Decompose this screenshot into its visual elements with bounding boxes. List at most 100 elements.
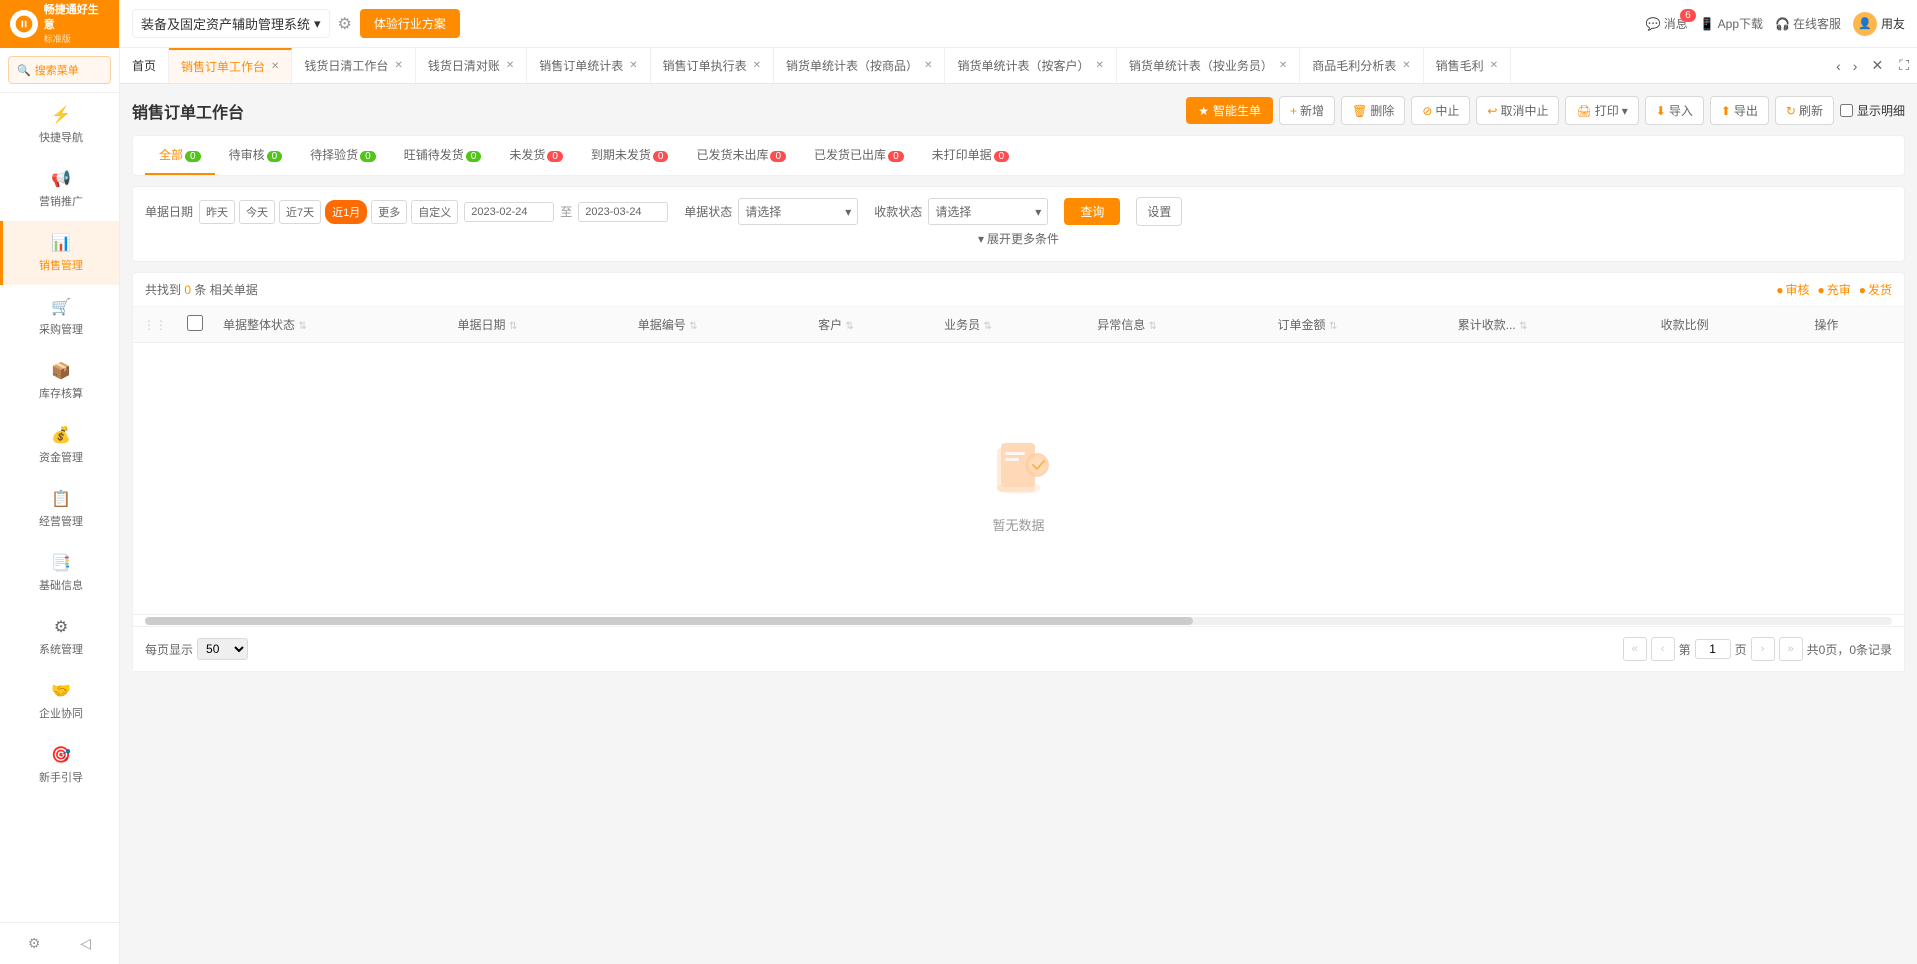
setting-button[interactable]: 设置 (1136, 197, 1182, 226)
sidebar-item-marketing[interactable]: 📢 营销推广 (0, 157, 119, 221)
date-1month[interactable]: 近1月 (325, 200, 367, 224)
settings-button[interactable]: ⚙ (24, 931, 45, 956)
print-button[interactable]: 🖨 打印 ▾ (1565, 96, 1638, 125)
tab-close-product-margin[interactable]: ✕ (1402, 60, 1410, 71)
settings-gear-icon[interactable]: ⚙ (338, 14, 352, 34)
tab-cash-reconcile[interactable]: 钱货日清对账✕ (416, 48, 527, 84)
date-yesterday[interactable]: 昨天 (199, 200, 235, 224)
tab-sales-revenue[interactable]: 销售毛利✕ (1424, 48, 1511, 84)
tab-cash-daily[interactable]: 钱货日清工作台✕ (292, 48, 415, 84)
first-page-button[interactable]: « (1623, 637, 1647, 661)
sidebar-item-system[interactable]: ⚙ 系统管理 (0, 605, 119, 669)
tab-close-all[interactable]: ✕ (1863, 48, 1891, 84)
system-selector[interactable]: 装备及固定资产辅助管理系统 ▾ (132, 9, 330, 38)
refresh-button[interactable]: ↻ 刷新 (1775, 96, 1834, 125)
add-button[interactable]: + 新增 (1279, 96, 1335, 125)
show-detail-toggle[interactable]: 显示明细 (1840, 102, 1905, 119)
select-all-checkbox[interactable] (187, 315, 203, 331)
prev-page-button[interactable]: ‹ (1651, 637, 1675, 661)
sidebar-item-sales[interactable]: 📊 销售管理 (0, 221, 119, 285)
review-action-btn[interactable]: ● 审核 (1776, 281, 1809, 298)
tab-sales-sum-customer[interactable]: 销货单统计表（按客户）✕ (945, 48, 1116, 84)
date-from-input[interactable] (464, 202, 554, 222)
date-7days[interactable]: 近7天 (279, 200, 321, 224)
date-to-input[interactable] (578, 202, 668, 222)
page-number-input[interactable] (1695, 639, 1731, 659)
show-detail-checkbox[interactable] (1840, 104, 1853, 117)
date-more[interactable]: 更多 (371, 200, 407, 224)
scrollbar-thumb[interactable] (145, 617, 1193, 625)
tab-close-sales-sum-product[interactable]: ✕ (924, 60, 932, 71)
tab-sales-exec[interactable]: 销售订单执行表✕ (651, 48, 774, 84)
industry-solution-button[interactable]: 体验行业方案 (360, 9, 460, 38)
date-today[interactable]: 今天 (239, 200, 275, 224)
cancel-pause-button[interactable]: ↩ 取消中止 (1476, 96, 1559, 125)
date-custom[interactable]: 自定义 (411, 200, 458, 224)
user-menu[interactable]: 👤 用友 (1853, 12, 1905, 36)
next-page-button[interactable]: › (1751, 637, 1775, 661)
tab-close-cash-daily[interactable]: ✕ (394, 60, 402, 71)
filter-tab-expired-not-shipped[interactable]: 到期未发货0 (577, 136, 683, 175)
online-service-button[interactable]: 🎧 在线客服 (1775, 15, 1841, 32)
tab-close-cash-reconcile[interactable]: ✕ (506, 60, 514, 71)
sidebar-item-purchase[interactable]: 🛒 采购管理 (0, 285, 119, 349)
filter-tab-wangpu-pending[interactable]: 旺铺待发货0 (390, 136, 496, 175)
collapse-button[interactable]: ◁ (76, 931, 95, 956)
tab-close-sales-sum-staff[interactable]: ✕ (1279, 60, 1287, 71)
sidebar-item-inventory[interactable]: 📦 库存核算 (0, 349, 119, 413)
pause-button[interactable]: ⊘ 中止 (1411, 96, 1470, 125)
sidebar-item-basic[interactable]: 📑 基础信息 (0, 541, 119, 605)
import-button[interactable]: ⬇ 导入 (1645, 96, 1704, 125)
tab-close-sales-exec[interactable]: ✕ (753, 60, 761, 71)
sort-status-icon[interactable]: ⇅ (298, 321, 306, 332)
sidebar-item-quick-nav[interactable]: ⚡ 快捷导航 (0, 93, 119, 157)
filter-tab-all[interactable]: 全部0 (145, 136, 215, 175)
status-select[interactable]: 请选择 ▾ (738, 198, 858, 225)
unreview-action-btn[interactable]: ● 充审 (1817, 281, 1850, 298)
horizontal-scrollbar[interactable] (133, 614, 1904, 626)
filter-tab-pending-inspect[interactable]: 待择验货0 (296, 136, 390, 175)
sidebar-item-finance[interactable]: 💰 资金管理 (0, 413, 119, 477)
page-size-select-input[interactable]: 20 50 100 (197, 638, 248, 660)
filter-tab-list: 全部0待审核0待择验货0旺铺待发货0未发货0到期未发货0已发货未出库0已发货已出… (145, 136, 1023, 175)
tab-sales-sum-product[interactable]: 销货单统计表（按商品）✕ (774, 48, 945, 84)
sort-exception-icon[interactable]: ⇅ (1149, 321, 1157, 332)
delete-button[interactable]: 🗑 删除 (1341, 96, 1405, 125)
filter-tab-not-shipped[interactable]: 未发货0 (495, 136, 577, 175)
tab-close-sales-sum-customer[interactable]: ✕ (1095, 60, 1103, 71)
filter-tab-shipped-out[interactable]: 已发货已出库0 (800, 136, 918, 175)
sort-customer-icon[interactable]: ⇅ (845, 321, 853, 332)
tab-close-sales-order[interactable]: ✕ (271, 61, 279, 72)
export-button[interactable]: ⬆ 导出 (1710, 96, 1769, 125)
filter-tab-shipped-not-out[interactable]: 已发货未出库0 (682, 136, 800, 175)
message-button[interactable]: 💬 消息 6 (1646, 15, 1688, 32)
tab-home[interactable]: 首页 (120, 48, 169, 84)
sort-date-icon[interactable]: ⇅ (509, 321, 517, 332)
tab-maximize[interactable]: ⛶ (1891, 48, 1917, 84)
sidebar-item-operation[interactable]: 📋 经营管理 (0, 477, 119, 541)
tab-product-margin[interactable]: 商品毛利分析表✕ (1300, 48, 1423, 84)
tab-close-sales-revenue[interactable]: ✕ (1490, 60, 1498, 71)
app-download-button[interactable]: 📱 App下载 (1700, 15, 1763, 32)
payment-select[interactable]: 请选择 ▾ (928, 198, 1048, 225)
tab-sales-order[interactable]: 销售订单工作台✕ (169, 48, 292, 84)
sort-number-icon[interactable]: ⇅ (689, 321, 697, 332)
sidebar-search-button[interactable]: 🔍 搜索菜单 (8, 56, 111, 84)
search-button[interactable]: 查询 (1064, 198, 1120, 225)
filter-tab-pending-review[interactable]: 待审核0 (215, 136, 297, 175)
tab-close-sales-stat[interactable]: ✕ (629, 60, 637, 71)
last-page-button[interactable]: » (1779, 637, 1803, 661)
sidebar-item-guide[interactable]: 🎯 新手引导 (0, 733, 119, 797)
smart-create-button[interactable]: ★ 智能生单 (1186, 97, 1273, 124)
sort-amount-icon[interactable]: ⇅ (1329, 321, 1337, 332)
tab-sales-stat[interactable]: 销售订单统计表✕ (527, 48, 650, 84)
sort-received-icon[interactable]: ⇅ (1519, 321, 1527, 332)
ship-action-btn[interactable]: ● 发货 (1859, 281, 1892, 298)
tab-scroll-right[interactable]: › (1847, 48, 1864, 84)
sidebar-item-cooperation[interactable]: 🤝 企业协同 (0, 669, 119, 733)
expand-conditions-button[interactable]: ▾ 展开更多条件 (978, 230, 1059, 247)
sort-staff-icon[interactable]: ⇅ (983, 321, 991, 332)
filter-tab-not-printed[interactable]: 未打印单据0 (918, 136, 1024, 175)
tab-scroll-left[interactable]: ‹ (1830, 48, 1847, 84)
tab-sales-sum-staff[interactable]: 销货单统计表（按业务员）✕ (1117, 48, 1300, 84)
